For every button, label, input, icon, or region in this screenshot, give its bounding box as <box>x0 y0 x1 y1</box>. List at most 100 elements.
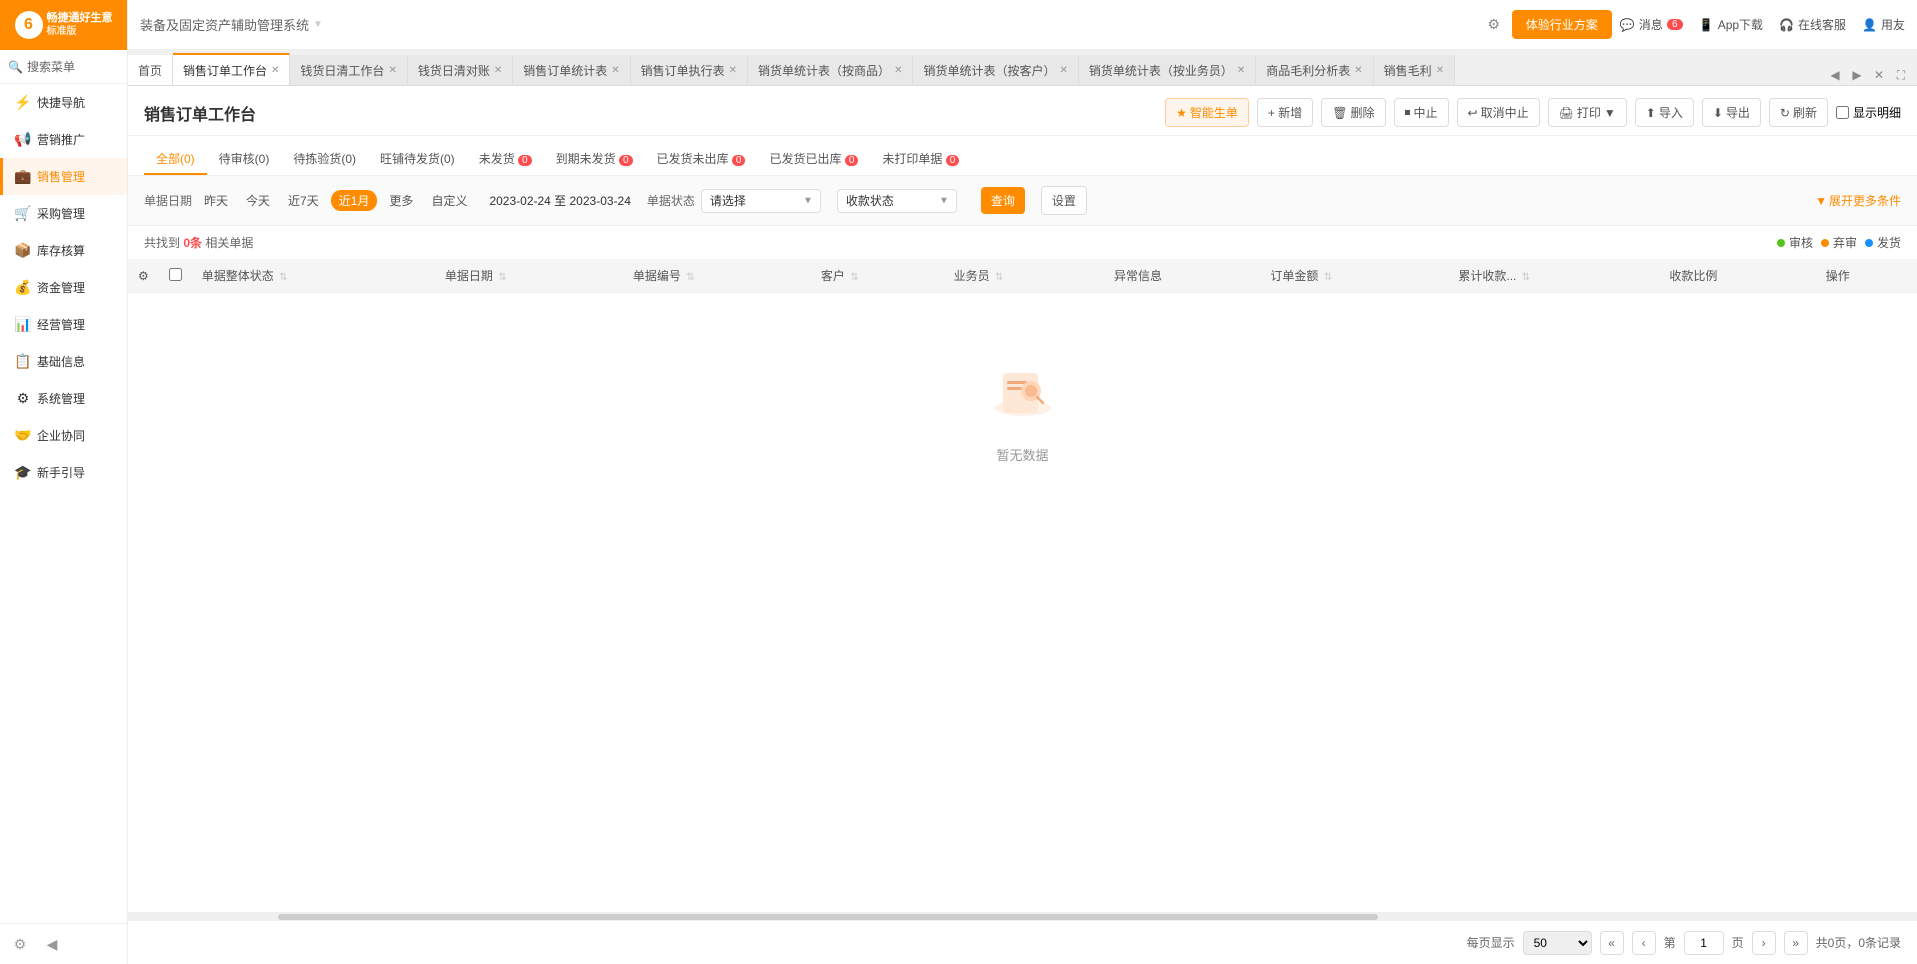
sidebar-collapse-button[interactable]: ◀ <box>40 932 64 956</box>
tab-close-icon[interactable]: ✕ <box>894 65 902 76</box>
tab-close-icon[interactable]: ✕ <box>729 65 737 76</box>
show-detail-checkbox[interactable] <box>1836 106 1849 119</box>
subtab-wangpu-pending[interactable]: 旺铺待发货(0) <box>368 144 467 175</box>
date-7days[interactable]: 近7天 <box>282 190 325 211</box>
col-staff[interactable]: 业务员 ⇅ <box>944 259 1104 293</box>
subtab-overdue-ship[interactable]: 到期未发货 0 <box>544 144 645 175</box>
tab-close-icon[interactable]: ✕ <box>388 65 396 76</box>
sidebar-item-basic[interactable]: 📋 基础信息 <box>0 343 127 380</box>
tab-sales-staff[interactable]: 销货单统计表（按业务员） ✕ <box>1079 55 1256 85</box>
query-button[interactable]: 查询 <box>981 187 1025 214</box>
date-today[interactable]: 今天 <box>240 190 276 211</box>
sidebar-item-business[interactable]: 📊 经营管理 <box>0 306 127 343</box>
user-menu-button[interactable]: 👤 用友 <box>1862 16 1905 33</box>
col-date[interactable]: 单据日期 ⇅ <box>435 259 623 293</box>
page-prev-button[interactable]: ‹ <box>1632 931 1656 955</box>
import-button[interactable]: ⬆ 导入 <box>1635 98 1694 127</box>
col-customer[interactable]: 客户 ⇅ <box>811 259 944 293</box>
online-service-button[interactable]: 🎧 在线客服 <box>1779 16 1846 33</box>
print-button[interactable]: 🖨 打印 ▼ <box>1548 98 1627 127</box>
horizontal-scrollbar[interactable] <box>128 912 1917 920</box>
reject-action-button[interactable]: 弃审 <box>1821 234 1857 251</box>
sidebar-settings-button[interactable]: ⚙ <box>8 932 32 956</box>
sidebar-item-quicknav[interactable]: ⚡ 快捷导航 <box>0 84 127 121</box>
stop-button[interactable]: ⏹ 中止 <box>1394 98 1449 127</box>
scrollbar-thumb[interactable] <box>278 914 1378 920</box>
date-custom[interactable]: 自定义 <box>425 190 473 211</box>
per-page-select[interactable]: 50 100 200 <box>1523 931 1592 955</box>
approve-action-button[interactable]: 审核 <box>1777 234 1813 251</box>
tab-sales-order-workbench[interactable]: 销售订单工作台 ✕ <box>173 53 290 85</box>
sidebar-item-sales[interactable]: 💼 销售管理 <box>0 158 127 195</box>
sidebar-item-inventory[interactable]: 📦 库存核算 <box>0 232 127 269</box>
sidebar-item-newbie[interactable]: 🎓 新手引导 <box>0 454 127 491</box>
sidebar-item-collab[interactable]: 🤝 企业协同 <box>0 417 127 454</box>
date-more[interactable]: 更多 <box>383 190 419 211</box>
tab-fullscreen-button[interactable]: ⛶ <box>1891 65 1911 85</box>
tab-sales-exec[interactable]: 销售订单执行表 ✕ <box>631 55 748 85</box>
page-first-button[interactable]: « <box>1600 931 1624 955</box>
show-detail-label[interactable]: 显示明细 <box>1836 104 1901 121</box>
col-abnormal: 异常信息 <box>1104 259 1260 293</box>
select-all-checkbox[interactable] <box>169 268 182 281</box>
message-button[interactable]: 💬 消息 6 <box>1620 16 1683 33</box>
sidebar-item-purchase[interactable]: 🛒 采购管理 <box>0 195 127 232</box>
smart-create-button[interactable]: ★ 智能生单 <box>1165 98 1249 127</box>
subtab-not-printed[interactable]: 未打印单据 0 <box>870 144 971 175</box>
tab-close-icon[interactable]: ✕ <box>271 65 279 76</box>
tab-close-all-button[interactable]: ✕ <box>1869 65 1889 85</box>
subtab-all[interactable]: 全部(0) <box>144 144 207 175</box>
tab-cash-reconcile[interactable]: 钱货日清对账 ✕ <box>408 55 513 85</box>
status-select[interactable]: 请选择 <box>701 189 821 213</box>
subtab-pending-inspect[interactable]: 待拣验货(0) <box>281 144 368 175</box>
date-1month[interactable]: 近1月 <box>331 190 378 211</box>
tab-prev-button[interactable]: ◀ <box>1825 65 1845 85</box>
date-yesterday[interactable]: 昨天 <box>198 190 234 211</box>
topbar-gear-button[interactable]: ⚙ <box>1484 15 1504 35</box>
page-last-button[interactable]: » <box>1784 931 1808 955</box>
tab-next-button[interactable]: ▶ <box>1847 65 1867 85</box>
filter-settings-button[interactable]: 设置 <box>1041 186 1087 215</box>
subtab-shipped-not-out[interactable]: 已发货未出库 0 <box>645 144 758 175</box>
app-download-button[interactable]: 📱 App下载 <box>1699 16 1763 33</box>
col-checkbox[interactable] <box>159 259 192 293</box>
sidebar-item-finance[interactable]: 💰 资金管理 <box>0 269 127 306</box>
sidebar-item-marketing[interactable]: 📢 营销推广 <box>0 121 127 158</box>
industry-solution-button[interactable]: 体验行业方案 <box>1512 10 1612 39</box>
refresh-button[interactable]: ↻ 刷新 <box>1769 98 1828 127</box>
col-settings[interactable]: ⚙ <box>128 259 159 293</box>
page-next-button[interactable]: › <box>1752 931 1776 955</box>
tab-home[interactable]: 首页 <box>128 55 173 85</box>
tab-cash-daily[interactable]: 钱货日清工作台 ✕ <box>290 55 407 85</box>
tab-close-icon[interactable]: ✕ <box>1436 65 1444 76</box>
tab-sales-stat[interactable]: 销售订单统计表 ✕ <box>513 55 630 85</box>
tab-close-icon[interactable]: ✕ <box>494 65 502 76</box>
tab-sales-profit[interactable]: 销售毛利 ✕ <box>1374 55 1455 85</box>
payment-select[interactable]: 收款状态 <box>837 189 957 213</box>
tab-goods-profit[interactable]: 商品毛利分析表 ✕ <box>1256 55 1373 85</box>
col-amount[interactable]: 订单金额 ⇅ <box>1260 259 1448 293</box>
tab-sales-goods[interactable]: 销货单统计表（按商品） ✕ <box>748 55 913 85</box>
sort-customer-icon: ⇅ <box>850 272 858 283</box>
sort-status-icon: ⇅ <box>279 272 287 283</box>
page-input[interactable] <box>1684 931 1724 955</box>
ship-action-button[interactable]: 发货 <box>1865 234 1901 251</box>
sidebar-item-search[interactable]: 🔍 搜索菜单 <box>0 50 127 84</box>
cancel-stop-button[interactable]: ↩ 取消中止 <box>1457 98 1540 127</box>
tab-close-icon[interactable]: ✕ <box>1237 65 1245 76</box>
tab-sales-customer[interactable]: 销货单统计表（按客户） ✕ <box>913 55 1078 85</box>
subtab-pending-review[interactable]: 待审核(0) <box>207 144 282 175</box>
sidebar-item-system[interactable]: ⚙ 系统管理 <box>0 380 127 417</box>
col-received[interactable]: 累计收款... ⇅ <box>1448 259 1659 293</box>
subtab-not-shipped[interactable]: 未发货 0 <box>467 144 544 175</box>
delete-button[interactable]: 🗑 删除 <box>1321 98 1385 127</box>
col-number[interactable]: 单据编号 ⇅ <box>623 259 811 293</box>
approve-dot-icon <box>1777 239 1785 247</box>
subtab-shipped-out[interactable]: 已发货已出库 0 <box>757 144 870 175</box>
tab-close-icon[interactable]: ✕ <box>611 65 619 76</box>
expand-filters-button[interactable]: ▼ 展开更多条件 <box>1815 192 1901 209</box>
export-button[interactable]: ⬇ 导出 <box>1702 98 1761 127</box>
tab-close-icon[interactable]: ✕ <box>1354 65 1362 76</box>
add-button[interactable]: + 新增 <box>1257 98 1313 127</box>
tab-close-icon[interactable]: ✕ <box>1059 65 1067 76</box>
